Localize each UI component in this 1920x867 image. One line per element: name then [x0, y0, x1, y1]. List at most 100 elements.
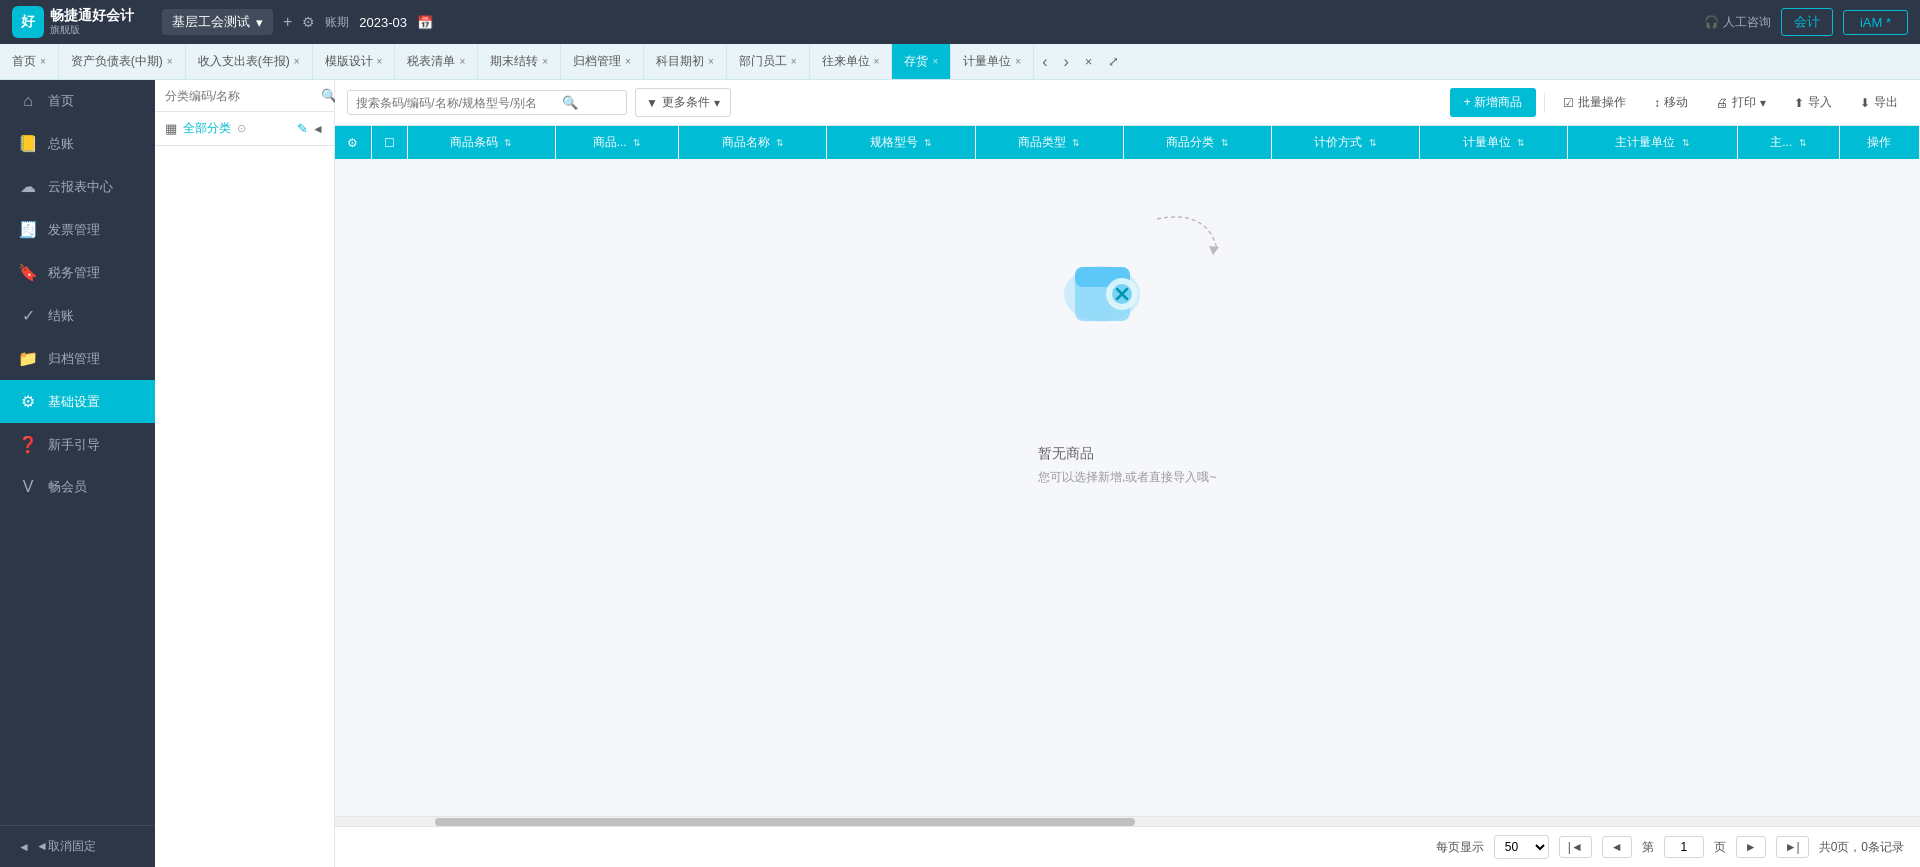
- tab-balance-mid[interactable]: 资产负债表(中期) ×: [59, 44, 186, 80]
- tab-template-close[interactable]: ×: [377, 56, 383, 67]
- per-page-select[interactable]: 50 100 200: [1494, 835, 1549, 859]
- tab-unit[interactable]: 计量单位 ×: [951, 44, 1034, 80]
- tab-contact[interactable]: 往来单位 ×: [810, 44, 893, 80]
- logo-area: 好 畅捷通好会计 旗舰版: [12, 6, 152, 38]
- iam-button[interactable]: iAM *: [1843, 10, 1908, 35]
- add-product-button[interactable]: + 新增商品: [1450, 88, 1536, 117]
- tab-prev-btn[interactable]: ‹: [1034, 53, 1055, 71]
- batch-ops-button[interactable]: ☑ 批量操作: [1553, 89, 1636, 116]
- sidebar-item-reports[interactable]: ☁ 云报表中心: [0, 165, 155, 208]
- tab-contact-close[interactable]: ×: [874, 56, 880, 67]
- col-spec-sort[interactable]: ⇅: [924, 138, 932, 148]
- more-filter-label: 更多条件: [662, 94, 710, 111]
- page-suffix-label: 页: [1714, 839, 1726, 856]
- settings-icon[interactable]: ⚙: [302, 14, 315, 30]
- col-main-unit-sort[interactable]: ⇅: [1682, 138, 1690, 148]
- tab-archive-close[interactable]: ×: [625, 56, 631, 67]
- col-name-sort[interactable]: ⇅: [776, 138, 784, 148]
- tab-next-btn[interactable]: ›: [1055, 53, 1076, 71]
- support-button[interactable]: 🎧 人工咨询: [1704, 14, 1771, 31]
- batch-label: 批量操作: [1578, 94, 1626, 111]
- tab-archive[interactable]: 归档管理 ×: [561, 44, 644, 80]
- import-button[interactable]: ⬆ 导入: [1784, 89, 1842, 116]
- sidebar-item-closing[interactable]: ✓ 结账: [0, 294, 155, 337]
- tab-home-label: 首页: [12, 53, 36, 70]
- tab-inventory[interactable]: 存货 ×: [892, 44, 951, 80]
- invoice-icon: 🧾: [18, 220, 38, 239]
- product-search-input[interactable]: [356, 96, 556, 110]
- tab-subject-close[interactable]: ×: [708, 56, 714, 67]
- sidebar-item-member[interactable]: V 畅会员: [0, 466, 155, 508]
- category-search-input[interactable]: [165, 89, 315, 103]
- sidebar-item-archive[interactable]: 📁 归档管理: [0, 337, 155, 380]
- calendar-icon[interactable]: 📅: [417, 15, 433, 30]
- tab-inventory-label: 存货: [904, 53, 928, 70]
- sidebar: ⌂ 首页 📒 总账 ☁ 云报表中心 🧾 发票管理 🔖 税务管理 ✓ 结账 📁 归…: [0, 80, 155, 867]
- empty-illustration: [1067, 219, 1187, 339]
- tab-period-close-x[interactable]: ×: [542, 56, 548, 67]
- export-button[interactable]: ⬇ 导出: [1850, 89, 1908, 116]
- sidebar-item-tax[interactable]: 🔖 税务管理: [0, 251, 155, 294]
- tab-close-all-btn[interactable]: ×: [1077, 54, 1101, 69]
- col-unit-label: 计量单位: [1463, 135, 1511, 149]
- more-filter-button[interactable]: ▼ 更多条件 ▾: [635, 88, 731, 117]
- prev-page-btn[interactable]: ◄: [1602, 836, 1632, 858]
- tab-income-year[interactable]: 收入支出表(年报) ×: [186, 44, 313, 80]
- filter-icon: ▼: [646, 96, 658, 110]
- account-button[interactable]: 会计: [1781, 8, 1833, 36]
- tab-unit-close[interactable]: ×: [1015, 56, 1021, 67]
- category-collapse-icon[interactable]: ◄: [312, 122, 324, 136]
- sidebar-pin-toggle[interactable]: ◄ ◄取消固定: [0, 825, 155, 867]
- last-page-btn[interactable]: ►|: [1776, 836, 1809, 858]
- sidebar-item-ledger[interactable]: 📒 总账: [0, 122, 155, 165]
- col-check[interactable]: ☐: [371, 126, 407, 159]
- tab-balance-mid-close[interactable]: ×: [167, 56, 173, 67]
- product-search-bar: 🔍: [347, 90, 627, 115]
- tab-income-year-close[interactable]: ×: [294, 56, 300, 67]
- guide-icon: ❓: [18, 435, 38, 454]
- company-selector[interactable]: 基层工会测试 ▾: [162, 9, 273, 35]
- tab-home-close[interactable]: ×: [40, 56, 46, 67]
- all-category-label[interactable]: 全部分类: [183, 120, 231, 137]
- move-button[interactable]: ↕ 移动: [1644, 89, 1698, 116]
- col-price-method-sort[interactable]: ⇅: [1369, 138, 1377, 148]
- tab-tax-list-close[interactable]: ×: [459, 56, 465, 67]
- tab-template[interactable]: 模版设计 ×: [313, 44, 396, 80]
- tab-period-close[interactable]: 期末结转 ×: [478, 44, 561, 80]
- tab-dept-close[interactable]: ×: [791, 56, 797, 67]
- member-icon: V: [18, 478, 38, 496]
- col-settings[interactable]: ⚙: [335, 126, 371, 159]
- product-search-icon[interactable]: 🔍: [562, 95, 578, 110]
- sidebar-item-guide[interactable]: ❓ 新手引导: [0, 423, 155, 466]
- sidebar-item-invoice[interactable]: 🧾 发票管理: [0, 208, 155, 251]
- sidebar-item-settings[interactable]: ⚙ 基础设置: [0, 380, 155, 423]
- print-button[interactable]: 🖨 打印 ▾: [1706, 89, 1776, 116]
- col-extra-sort[interactable]: ⇅: [1799, 138, 1807, 148]
- tab-home[interactable]: 首页 ×: [0, 44, 59, 80]
- add-tab-icon[interactable]: +: [283, 13, 292, 31]
- page-number-input[interactable]: [1664, 836, 1704, 858]
- headset-icon: 🎧: [1704, 15, 1719, 29]
- first-page-btn[interactable]: |◄: [1559, 836, 1592, 858]
- sidebar-item-home[interactable]: ⌂ 首页: [0, 80, 155, 122]
- tab-expand-btn[interactable]: ⤢: [1100, 54, 1127, 69]
- col-category-sort[interactable]: ⇅: [1221, 138, 1229, 148]
- tab-subject[interactable]: 科目期初 ×: [644, 44, 727, 80]
- col-code-sort[interactable]: ⇅: [633, 138, 641, 148]
- category-edit-icon[interactable]: ✎: [297, 121, 308, 136]
- col-barcode-label: 商品条码: [450, 135, 498, 149]
- right-panel: 🔍 ▼ 更多条件 ▾ + 新增商品 ☑ 批量操作 ↕: [335, 80, 1920, 867]
- tab-tax-list[interactable]: 税表清单 ×: [395, 44, 478, 80]
- tab-inventory-close[interactable]: ×: [932, 56, 938, 67]
- col-barcode-sort[interactable]: ⇅: [504, 138, 512, 148]
- tab-subject-label: 科目期初: [656, 53, 704, 70]
- col-type-sort[interactable]: ⇅: [1072, 138, 1080, 148]
- tab-dept-label: 部门员工: [739, 53, 787, 70]
- col-unit-sort[interactable]: ⇅: [1517, 138, 1525, 148]
- empty-state: 暂无商品 您可以选择新增,或者直接导入哦~: [335, 159, 1920, 546]
- horizontal-scrollbar[interactable]: [335, 816, 1920, 826]
- tab-dept[interactable]: 部门员工 ×: [727, 44, 810, 80]
- scrollbar-thumb[interactable]: [435, 818, 1135, 826]
- category-header: ▦ 全部分类 ⊙ ✎ ◄: [155, 112, 334, 146]
- next-page-btn[interactable]: ►: [1736, 836, 1766, 858]
